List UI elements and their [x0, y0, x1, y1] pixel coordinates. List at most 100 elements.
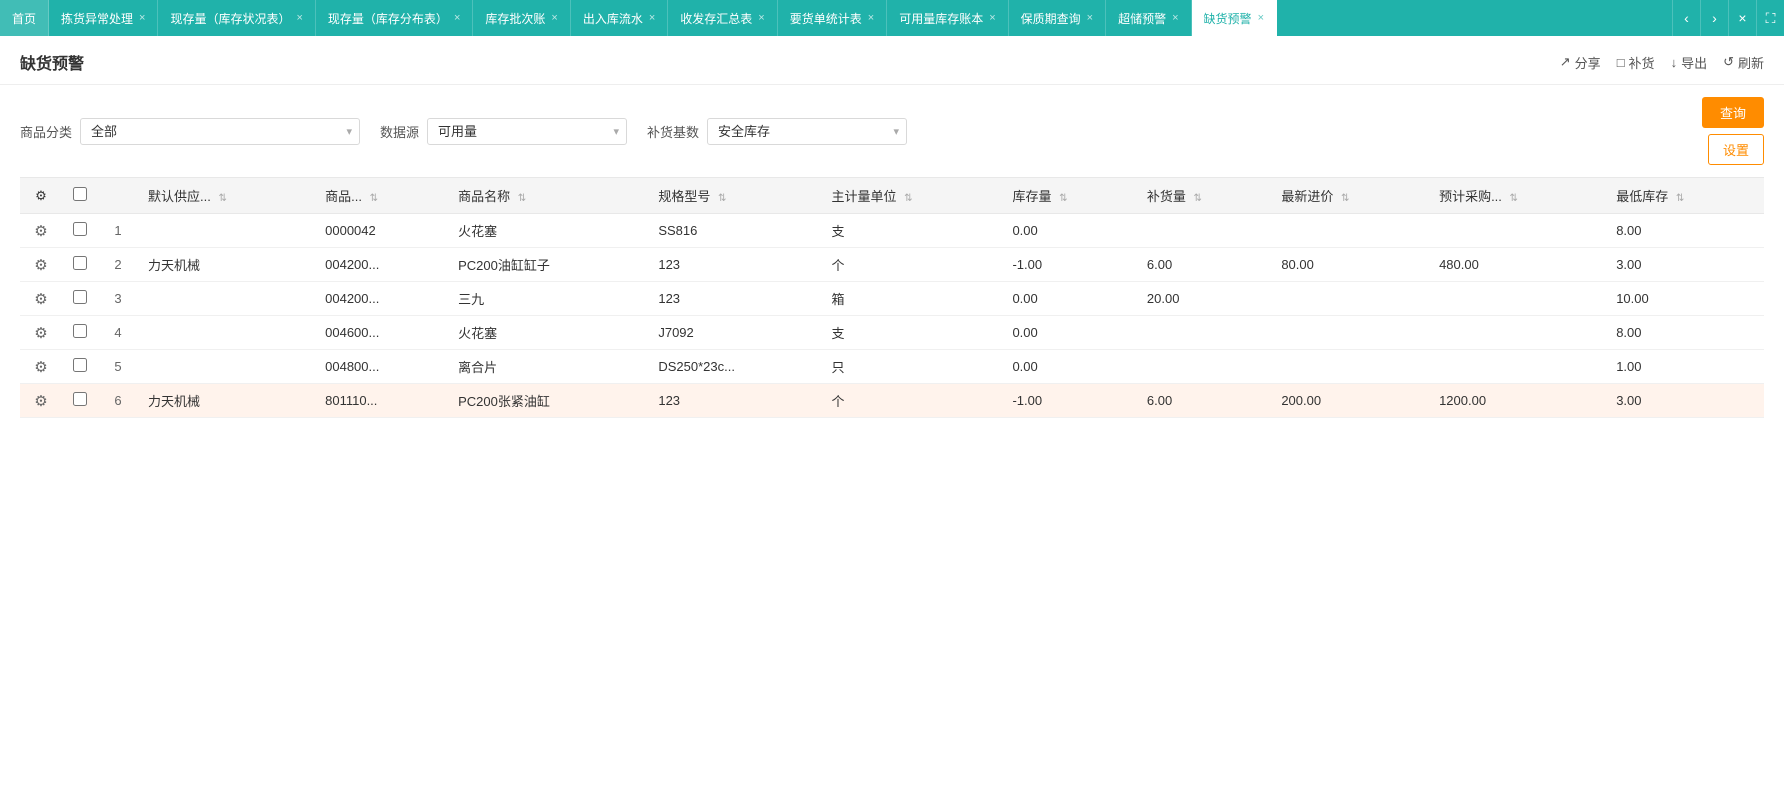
row-gear-icon[interactable]: ⚙	[34, 256, 47, 274]
tab-overstock[interactable]: 超储预警 ×	[1106, 0, 1191, 36]
tab-inventory-status[interactable]: 现存量（库存状况表） ×	[158, 0, 315, 36]
tab-abnormal[interactable]: 拣货异常处理 ×	[49, 0, 158, 36]
gear-icon: ⚙	[35, 188, 47, 203]
row-checkbox-cell[interactable]	[62, 350, 98, 384]
export-action[interactable]: ↓ 导出	[1671, 53, 1708, 72]
row-product-code: 004600...	[315, 316, 448, 350]
replenish-base-select[interactable]: 安全库存最低库存	[707, 118, 907, 145]
close-tab-inventory-dist[interactable]: ×	[454, 12, 460, 24]
close-tab-shortage[interactable]: ×	[1258, 12, 1264, 24]
row-latest-price: 200.00	[1271, 384, 1429, 418]
row-gear-icon[interactable]: ⚙	[34, 392, 47, 410]
replenish-action[interactable]: □ 补货	[1617, 53, 1655, 72]
export-label: 导出	[1681, 53, 1707, 72]
row-checkbox[interactable]	[73, 222, 87, 236]
close-tab-demand-stat[interactable]: ×	[868, 12, 874, 24]
row-checkbox-cell[interactable]	[62, 214, 98, 248]
row-min-stock: 8.00	[1606, 214, 1764, 248]
row-gear-cell[interactable]: ⚙	[20, 316, 62, 350]
settings-button[interactable]: 设置	[1708, 134, 1764, 165]
row-checkbox-cell[interactable]	[62, 248, 98, 282]
row-checkbox[interactable]	[73, 324, 87, 338]
close-tab-in-out-flow[interactable]: ×	[649, 12, 655, 24]
row-unit: 箱	[821, 282, 1002, 316]
row-checkbox[interactable]	[73, 256, 87, 270]
row-checkbox[interactable]	[73, 290, 87, 304]
row-checkbox[interactable]	[73, 392, 87, 406]
row-gear-cell[interactable]: ⚙	[20, 384, 62, 418]
tab-fullscreen-button[interactable]: ⛶	[1756, 0, 1784, 36]
row-estimated-purchase	[1429, 350, 1606, 384]
product-code-column-header[interactable]: 商品... ⇅	[315, 178, 448, 214]
tab-prev-button[interactable]: ‹	[1672, 0, 1700, 36]
refresh-label: 刷新	[1738, 53, 1764, 72]
category-label: 商品分类	[20, 122, 72, 141]
close-tab-batch-account[interactable]: ×	[551, 12, 557, 24]
tab-home[interactable]: 首页	[0, 0, 49, 36]
table-wrap: ⚙ 默认供应... ⇅ 商品... ⇅ 商品名称	[0, 177, 1784, 438]
tab-demand-stat[interactable]: 要货单统计表 ×	[778, 0, 887, 36]
close-tab-expiry-query[interactable]: ×	[1087, 12, 1093, 24]
supplier-column-header[interactable]: 默认供应... ⇅	[138, 178, 315, 214]
tab-shortage[interactable]: 缺货预警 ×	[1192, 0, 1277, 36]
export-icon: ↓	[1671, 55, 1678, 70]
estimated-purchase-column-header[interactable]: 预计采购... ⇅	[1429, 178, 1606, 214]
replenish-base-select-wrap: 安全库存最低库存 ▾	[707, 118, 907, 145]
row-stock-qty: 0.00	[1002, 282, 1136, 316]
row-gear-cell[interactable]: ⚙	[20, 282, 62, 316]
select-all-checkbox[interactable]	[73, 187, 87, 201]
row-checkbox-cell[interactable]	[62, 316, 98, 350]
tab-inventory-dist[interactable]: 现存量（库存分布表） ×	[316, 0, 473, 36]
unit-column-header[interactable]: 主计量单位 ⇅	[821, 178, 1002, 214]
tab-bar: 首页 拣货异常处理 × 现存量（库存状况表） × 现存量（库存分布表） × 库存…	[0, 0, 1784, 36]
close-tab-inventory-status[interactable]: ×	[296, 12, 302, 24]
row-gear-cell[interactable]: ⚙	[20, 350, 62, 384]
checkbox-column-header[interactable]	[62, 178, 98, 214]
tab-close-button[interactable]: ×	[1728, 0, 1756, 36]
row-gear-icon[interactable]: ⚙	[34, 358, 47, 376]
tab-in-out-flow[interactable]: 出入库流水 ×	[571, 0, 668, 36]
tab-next-button[interactable]: ›	[1700, 0, 1728, 36]
stock-qty-column-header[interactable]: 库存量 ⇅	[1002, 178, 1136, 214]
row-checkbox[interactable]	[73, 358, 87, 372]
replenish-qty-column-header[interactable]: 补货量 ⇅	[1137, 178, 1271, 214]
share-action[interactable]: ↗ 分享	[1560, 53, 1601, 72]
row-gear-cell[interactable]: ⚙	[20, 248, 62, 282]
row-unit: 支	[821, 214, 1002, 248]
row-checkbox-cell[interactable]	[62, 384, 98, 418]
row-min-stock: 1.00	[1606, 350, 1764, 384]
product-name-column-header[interactable]: 商品名称 ⇅	[448, 178, 648, 214]
category-select[interactable]: 全部	[80, 118, 360, 145]
table-row: ⚙ 5 004800... 离合片 DS250*23c... 只 0.00 1.…	[20, 350, 1764, 384]
row-unit: 支	[821, 316, 1002, 350]
stock-qty-sort-icon: ⇅	[1059, 193, 1067, 204]
row-stock-qty: 0.00	[1002, 214, 1136, 248]
gear-column-header[interactable]: ⚙	[20, 178, 62, 214]
estimated-purchase-sort-icon: ⇅	[1510, 193, 1518, 204]
tab-collect-summary[interactable]: 收发存汇总表 ×	[668, 0, 777, 36]
row-product-code: 004800...	[315, 350, 448, 384]
close-tab-available-ledger[interactable]: ×	[989, 12, 995, 24]
tab-batch-account[interactable]: 库存批次账 ×	[473, 0, 570, 36]
close-tab-abnormal[interactable]: ×	[139, 12, 145, 24]
row-gear-icon[interactable]: ⚙	[34, 324, 47, 342]
row-product-code: 0000042	[315, 214, 448, 248]
refresh-action[interactable]: ↺ 刷新	[1723, 53, 1764, 72]
row-gear-cell[interactable]: ⚙	[20, 214, 62, 248]
query-button[interactable]: 查询	[1702, 97, 1764, 128]
row-estimated-purchase: 480.00	[1429, 248, 1606, 282]
tab-expiry-query[interactable]: 保质期查询 ×	[1009, 0, 1106, 36]
min-stock-column-header[interactable]: 最低库存 ⇅	[1606, 178, 1764, 214]
row-gear-icon[interactable]: ⚙	[34, 290, 47, 308]
row-gear-icon[interactable]: ⚙	[34, 222, 47, 240]
latest-price-column-header[interactable]: 最新进价 ⇅	[1271, 178, 1429, 214]
close-tab-overstock[interactable]: ×	[1172, 12, 1178, 24]
close-tab-collect-summary[interactable]: ×	[758, 12, 764, 24]
tab-available-ledger[interactable]: 可用量库存账本 ×	[887, 0, 1008, 36]
row-product-code: 801110...	[315, 384, 448, 418]
table-row: ⚙ 2 力天机械 004200... PC200油缸缸子 123 个 -1.00…	[20, 248, 1764, 282]
datasource-select[interactable]: 可用量库存量	[427, 118, 627, 145]
row-checkbox-cell[interactable]	[62, 282, 98, 316]
row-supplier	[138, 214, 315, 248]
spec-column-header[interactable]: 规格型号 ⇅	[648, 178, 821, 214]
